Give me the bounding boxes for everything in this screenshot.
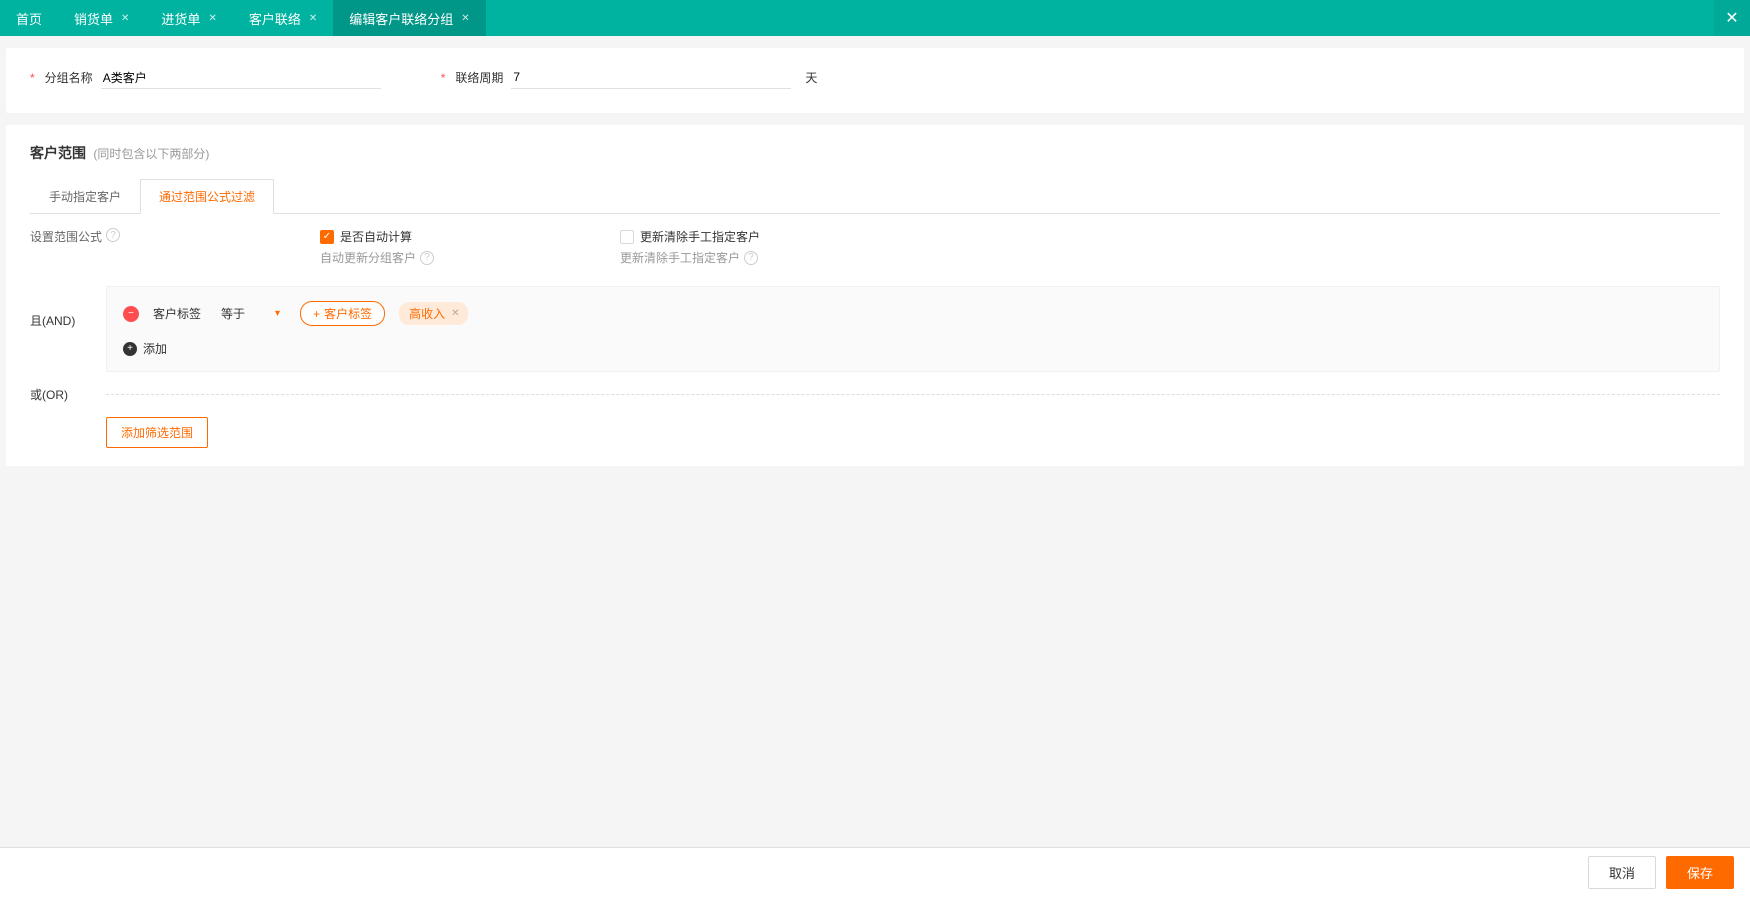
settings-label-wrap: 设置范围公式 ? xyxy=(30,228,320,266)
or-label: 或(OR) xyxy=(30,386,86,403)
save-button[interactable]: 保存 xyxy=(1666,856,1734,889)
group-name-label: 分组名称 xyxy=(45,69,93,86)
auto-calc-col: ✓ 是否自动计算 自动更新分组客户 ? xyxy=(320,228,620,266)
chevron-down-icon: ▾ xyxy=(275,308,280,319)
clear-manual-checkbox[interactable] xyxy=(620,230,634,244)
help-icon[interactable]: ? xyxy=(106,228,120,242)
section-title: 客户范围 xyxy=(30,145,86,161)
add-condition-button[interactable]: + 添加 xyxy=(123,340,1703,357)
rule-operator-select[interactable]: 等于 ▾ xyxy=(215,303,286,324)
contact-cycle-input[interactable] xyxy=(511,66,791,89)
top-tab-bar: 首页 销货单 ✕ 进货单 ✕ 客户联络 ✕ 编辑客户联络分组 ✕ ✕ xyxy=(0,0,1750,36)
help-icon[interactable]: ? xyxy=(744,251,758,265)
tab-label: 客户联络 xyxy=(249,9,301,28)
clear-manual-subtext: 更新清除手工指定客户 xyxy=(620,249,740,266)
clear-manual-label: 更新清除手工指定客户 xyxy=(640,228,760,245)
close-icon[interactable]: ✕ xyxy=(208,13,216,24)
cancel-button[interactable]: 取消 xyxy=(1588,856,1656,889)
rule-operator-value: 等于 xyxy=(221,305,245,322)
plus-circle-icon: + xyxy=(123,342,137,356)
tab-customer-contact[interactable]: 客户联络 ✕ xyxy=(233,0,333,36)
section-subtitle: (同时包含以下两部分) xyxy=(93,147,209,161)
auto-calc-checkbox[interactable]: ✓ xyxy=(320,230,334,244)
settings-label: 设置范围公式 xyxy=(30,228,102,245)
clear-manual-col: 更新清除手工指定客户 更新清除手工指定客户 ? xyxy=(620,228,920,266)
inner-tabs: 手动指定客户 通过范围公式过滤 xyxy=(30,179,1720,214)
contact-cycle-unit: 天 xyxy=(805,69,817,86)
close-icon[interactable]: ✕ xyxy=(121,13,129,24)
required-star-icon: * xyxy=(441,71,446,85)
tab-purchase-order[interactable]: 进货单 ✕ xyxy=(145,0,232,36)
plus-icon: + xyxy=(313,307,320,321)
tag-close-icon[interactable]: ✕ xyxy=(451,308,459,319)
tab-label: 编辑客户联络分组 xyxy=(349,9,453,28)
dashed-divider xyxy=(106,394,1720,395)
footer-bar: 取消 保存 xyxy=(0,847,1750,897)
group-name-input[interactable] xyxy=(101,66,381,89)
settings-row: 设置范围公式 ? ✓ 是否自动计算 自动更新分组客户 ? 更新清除手工指定客户 … xyxy=(30,228,1720,266)
inner-tab-formula[interactable]: 通过范围公式过滤 xyxy=(140,179,274,214)
form-row: * 分组名称 * 联络周期 天 xyxy=(30,66,1720,89)
add-customer-tag-button[interactable]: + 客户标签 xyxy=(300,301,385,326)
group-name-field: * 分组名称 xyxy=(30,66,381,89)
tag-text: 高收入 xyxy=(409,305,445,322)
contact-cycle-label: 联络周期 xyxy=(455,69,503,86)
form-section: * 分组名称 * 联络周期 天 xyxy=(6,48,1744,113)
add-filter-range-button[interactable]: 添加筛选范围 xyxy=(106,417,208,448)
add-tag-label: 客户标签 xyxy=(324,305,372,322)
auto-calc-label: 是否自动计算 xyxy=(340,228,412,245)
auto-calc-checkbox-row: ✓ 是否自动计算 xyxy=(320,228,620,245)
and-label: 且(AND) xyxy=(30,286,86,329)
close-icon[interactable]: ✕ xyxy=(461,13,469,24)
tag-chip: 高收入 ✕ xyxy=(399,302,467,325)
rule-panel: − 客户标签 等于 ▾ + 客户标签 高收入 ✕ xyxy=(106,286,1720,372)
tab-label: 销货单 xyxy=(74,9,113,28)
tab-label: 首页 xyxy=(16,9,42,28)
add-condition-label: 添加 xyxy=(143,340,167,357)
tab-sales-order[interactable]: 销货单 ✕ xyxy=(58,0,145,36)
clear-manual-subtext-row: 更新清除手工指定客户 ? xyxy=(620,249,920,266)
rule-builder: 且(AND) − 客户标签 等于 ▾ + 客户标签 高收入 ✕ xyxy=(30,286,1720,448)
tab-home[interactable]: 首页 xyxy=(0,0,58,36)
help-icon[interactable]: ? xyxy=(420,251,434,265)
and-group: 且(AND) − 客户标签 等于 ▾ + 客户标签 高收入 ✕ xyxy=(30,286,1720,372)
auto-calc-subtext-row: 自动更新分组客户 ? xyxy=(320,249,620,266)
close-icon[interactable]: ✕ xyxy=(309,13,317,24)
required-star-icon: * xyxy=(30,71,35,85)
or-separator: 或(OR) xyxy=(30,386,1720,403)
scope-section: 客户范围 (同时包含以下两部分) 手动指定客户 通过范围公式过滤 设置范围公式 … xyxy=(6,125,1744,466)
section-header: 客户范围 (同时包含以下两部分) xyxy=(30,143,1720,163)
spacer xyxy=(0,466,1750,546)
inner-tab-manual[interactable]: 手动指定客户 xyxy=(30,179,140,214)
tab-edit-contact-group[interactable]: 编辑客户联络分组 ✕ xyxy=(333,0,485,36)
clear-manual-checkbox-row: 更新清除手工指定客户 xyxy=(620,228,920,245)
rule-field-label: 客户标签 xyxy=(153,305,201,322)
auto-calc-subtext: 自动更新分组客户 xyxy=(320,249,416,266)
contact-cycle-field: * 联络周期 天 xyxy=(441,66,818,89)
tab-label: 进货单 xyxy=(161,9,200,28)
remove-rule-icon[interactable]: − xyxy=(123,306,139,322)
rule-line: − 客户标签 等于 ▾ + 客户标签 高收入 ✕ xyxy=(123,301,1703,326)
close-all-icon[interactable]: ✕ xyxy=(1714,0,1750,36)
